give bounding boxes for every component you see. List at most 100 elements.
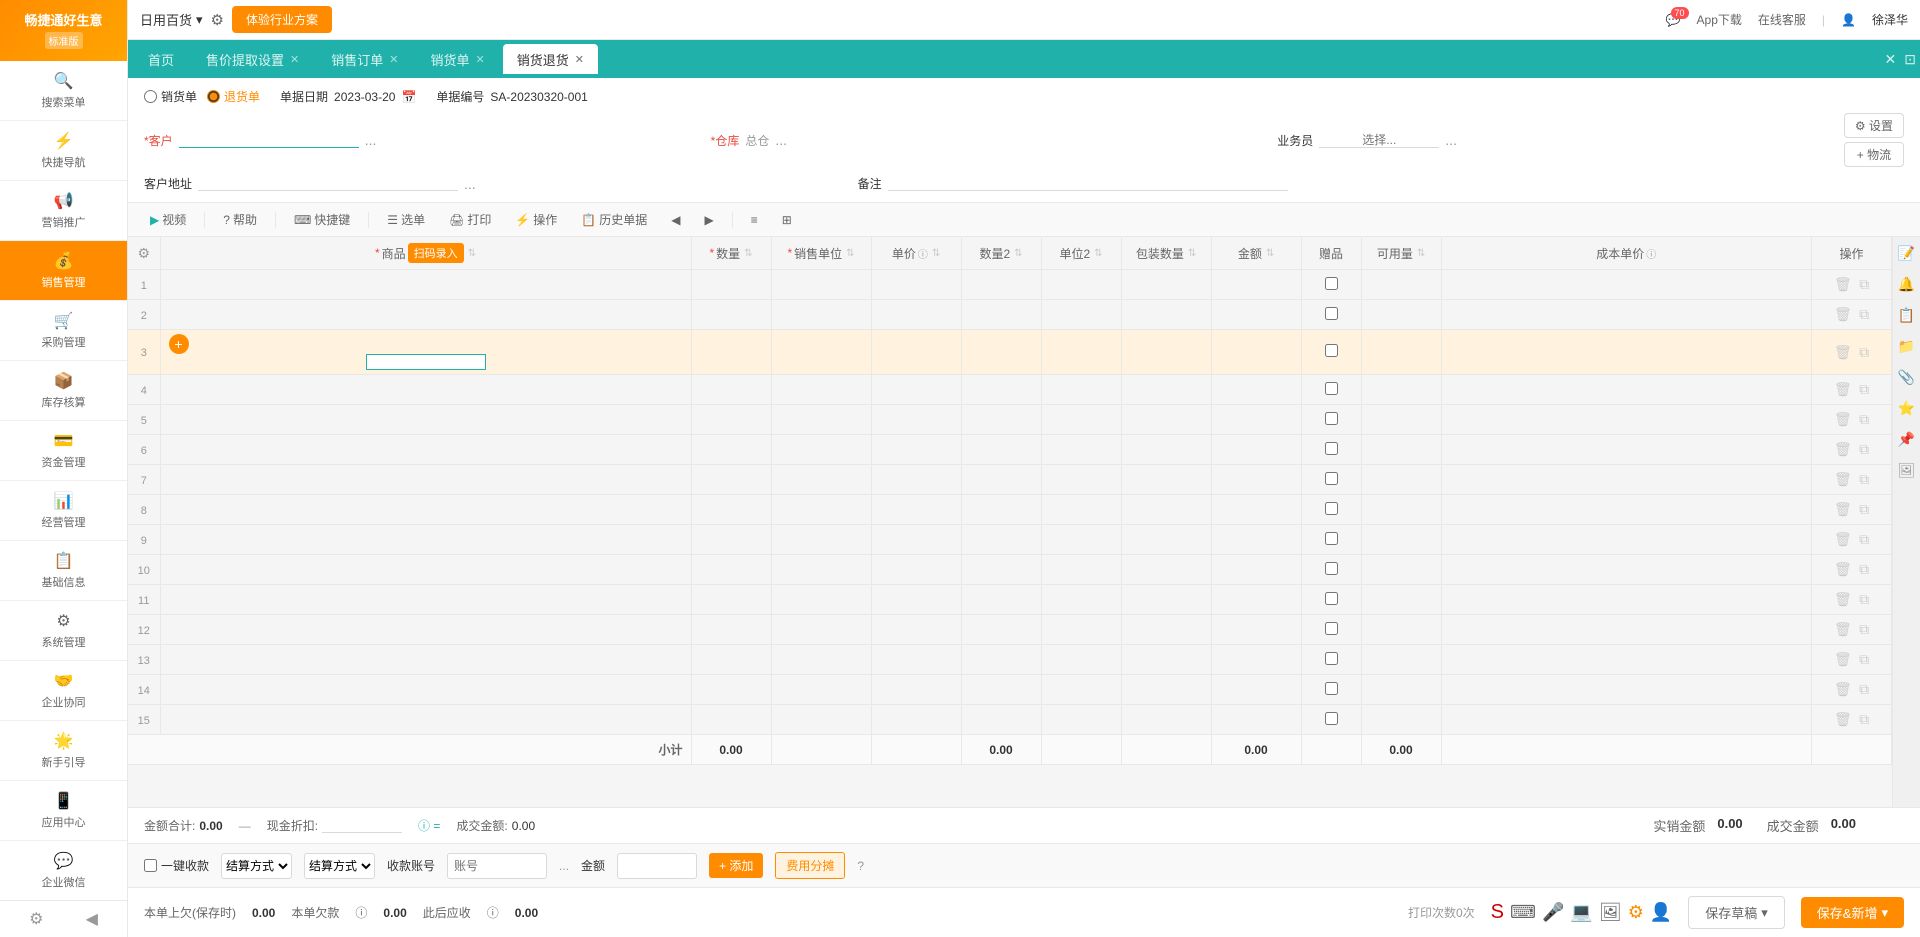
quantity-input[interactable] xyxy=(700,383,763,397)
logistics-btn[interactable]: + 物流 xyxy=(1844,142,1904,167)
delete-row-icon[interactable]: 🗑 xyxy=(1834,681,1852,697)
product-cell[interactable] xyxy=(160,300,691,330)
amount-input[interactable] xyxy=(1220,503,1293,517)
unit-price-input[interactable] xyxy=(880,473,953,487)
account-dots-btn[interactable]: ... xyxy=(559,859,569,873)
sale-unit-cell[interactable] xyxy=(771,405,871,435)
shortcut-btn[interactable]: ⌨ 快捷键 xyxy=(288,209,356,230)
delete-row-icon[interactable]: 🗑 xyxy=(1834,441,1852,457)
product-input[interactable] xyxy=(169,278,683,292)
qty2-input[interactable] xyxy=(970,413,1033,427)
price-info-icon[interactable]: ⓘ xyxy=(918,246,928,261)
qty2-cell[interactable] xyxy=(961,585,1041,615)
sale-unit-input[interactable] xyxy=(780,653,863,667)
select-btn[interactable]: ☰ 选单 xyxy=(381,209,431,230)
sale-unit-cell[interactable] xyxy=(771,585,871,615)
gift-checkbox[interactable] xyxy=(1325,277,1338,290)
settings-btn[interactable]: ⚙ 设置 xyxy=(1844,113,1904,138)
pack-qty-cell[interactable] xyxy=(1121,645,1211,675)
sidebar-item-搜索菜单[interactable]: 🔍搜索菜单 xyxy=(0,61,127,121)
amount-cell[interactable] xyxy=(1211,465,1301,495)
gift-checkbox[interactable] xyxy=(1325,532,1338,545)
right-panel-icon-5[interactable]: ⭐ xyxy=(1894,396,1919,421)
gift-cell[interactable] xyxy=(1301,495,1361,525)
gift-checkbox[interactable] xyxy=(1325,622,1338,635)
pack-qty-cell[interactable] xyxy=(1121,675,1211,705)
gift-checkbox[interactable] xyxy=(1325,592,1338,605)
gift-cell[interactable] xyxy=(1301,555,1361,585)
quantity-input[interactable] xyxy=(700,563,763,577)
amount-cell[interactable] xyxy=(1211,270,1301,300)
amount-input[interactable] xyxy=(1220,345,1293,359)
amount-cell[interactable] xyxy=(1211,435,1301,465)
sale-unit-cell[interactable] xyxy=(771,705,871,735)
unit-sort-icon[interactable]: ⇅ xyxy=(846,248,854,259)
quantity-cell[interactable] xyxy=(691,705,771,735)
barcode-input-btn[interactable]: 扫码录入 xyxy=(408,243,464,263)
sale-unit-input[interactable] xyxy=(780,443,863,457)
help-btn[interactable]: ? 帮助 xyxy=(217,209,263,230)
sale-unit-input[interactable] xyxy=(780,533,863,547)
sale-unit-cell[interactable] xyxy=(771,525,871,555)
settlement-select[interactable]: 结算方式 xyxy=(221,853,292,879)
amount-input[interactable] xyxy=(1220,278,1293,292)
amount-input[interactable] xyxy=(1220,308,1293,322)
gift-checkbox[interactable] xyxy=(1325,652,1338,665)
qty2-input[interactable] xyxy=(970,533,1033,547)
sidebar-item-营销推广[interactable]: 📢营销推广 xyxy=(0,181,127,241)
unit2-sort-icon[interactable]: ⇅ xyxy=(1094,248,1102,259)
product-sort-icon[interactable]: ⇅ xyxy=(468,248,476,259)
quantity-cell[interactable] xyxy=(691,495,771,525)
quantity-input[interactable] xyxy=(700,308,763,322)
pack-qty-input[interactable] xyxy=(1130,443,1203,457)
customer-input[interactable] xyxy=(179,133,359,148)
unit2-input[interactable] xyxy=(1050,533,1113,547)
unit2-input[interactable] xyxy=(1050,443,1113,457)
address-input[interactable] xyxy=(198,176,458,191)
unit-price-cell[interactable] xyxy=(871,465,961,495)
sidebar-collapse-icon[interactable]: ◀ xyxy=(86,909,98,929)
customer-dots-btn[interactable]: ... xyxy=(365,132,377,148)
sidebar-item-企业协同[interactable]: 🤝企业协同 xyxy=(0,661,127,721)
unit2-cell[interactable] xyxy=(1041,330,1121,375)
tab-1[interactable]: 售价提取设置✕ xyxy=(192,44,313,74)
unit2-cell[interactable] xyxy=(1041,645,1121,675)
unit-price-cell[interactable] xyxy=(871,555,961,585)
unit-price-cell[interactable] xyxy=(871,645,961,675)
qty2-input[interactable] xyxy=(970,683,1033,697)
experience-button[interactable]: 体验行业方案 xyxy=(232,6,332,33)
operation-btn[interactable]: ⚡ 操作 xyxy=(509,209,563,230)
sale-unit-cell[interactable] xyxy=(771,300,871,330)
quantity-input[interactable] xyxy=(700,533,763,547)
unit2-cell[interactable] xyxy=(1041,270,1121,300)
pack-qty-input[interactable] xyxy=(1130,653,1203,667)
print-btn[interactable]: 🖨 打印 xyxy=(443,209,497,230)
sale-unit-cell[interactable] xyxy=(771,555,871,585)
right-panel-icon-6[interactable]: 📌 xyxy=(1894,427,1919,452)
pack-qty-input[interactable] xyxy=(1130,345,1203,359)
price-sort-icon[interactable]: ⇅ xyxy=(932,248,940,259)
quantity-cell[interactable] xyxy=(691,270,771,300)
copy-row-icon[interactable]: ⧉ xyxy=(1859,344,1869,360)
pack-qty-input[interactable] xyxy=(1130,413,1203,427)
sale-unit-cell[interactable] xyxy=(771,495,871,525)
unit2-cell[interactable] xyxy=(1041,705,1121,735)
unit-price-cell[interactable] xyxy=(871,270,961,300)
gift-cell[interactable] xyxy=(1301,375,1361,405)
product-cell[interactable] xyxy=(160,495,691,525)
gift-cell[interactable] xyxy=(1301,645,1361,675)
pack-qty-cell[interactable] xyxy=(1121,300,1211,330)
unit-price-cell[interactable] xyxy=(871,525,961,555)
copy-row-icon[interactable]: ⧉ xyxy=(1859,621,1869,637)
view-list-btn[interactable]: ≡ xyxy=(745,211,764,229)
unit2-input[interactable] xyxy=(1050,345,1113,359)
product-input[interactable] xyxy=(169,473,683,487)
unit-price-input[interactable] xyxy=(880,683,953,697)
product-input[interactable] xyxy=(169,413,683,427)
product-input[interactable] xyxy=(169,653,683,667)
qty2-input[interactable] xyxy=(970,278,1033,292)
quantity-input[interactable] xyxy=(700,653,763,667)
pack-qty-cell[interactable] xyxy=(1121,465,1211,495)
pack-qty-cell[interactable] xyxy=(1121,375,1211,405)
sidebar-item-快捷导航[interactable]: ⚡快捷导航 xyxy=(0,121,127,181)
